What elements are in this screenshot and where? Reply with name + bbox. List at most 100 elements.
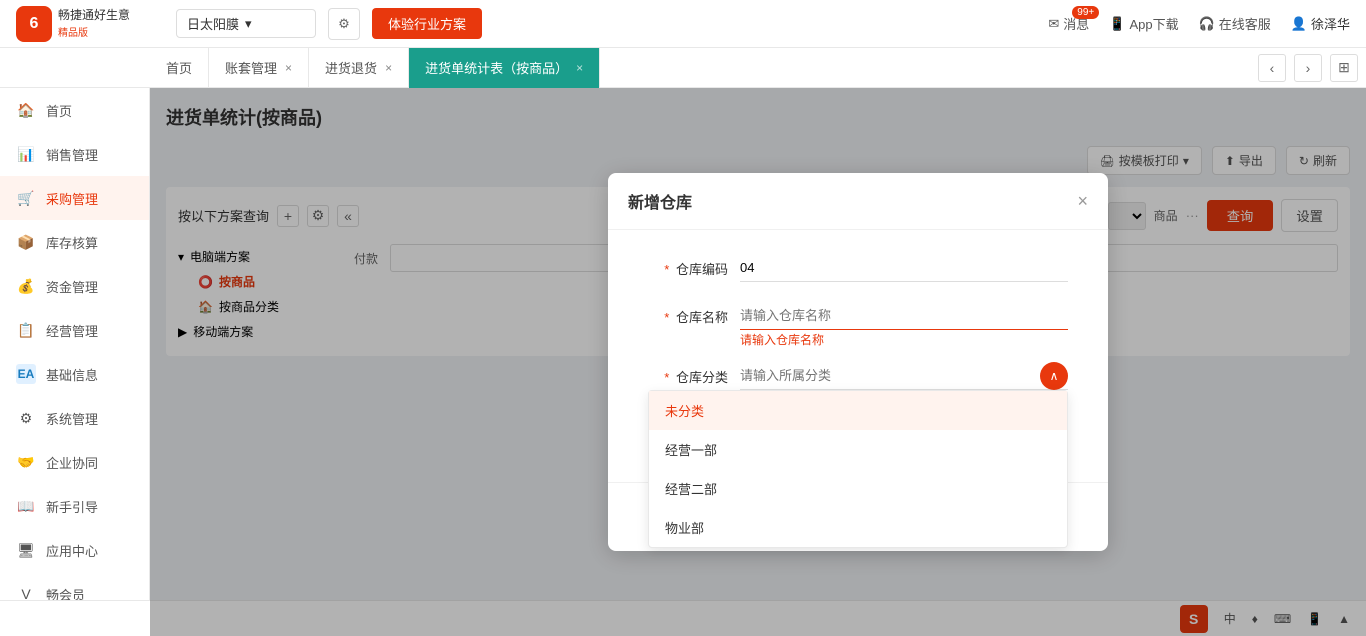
online-service-label: 在线客服 [1219,14,1271,33]
enterprise-icon: 🤝 [16,452,36,472]
gear-icon: ⚙ [338,16,350,32]
store-selector[interactable]: 日太阳膜 ▾ [176,9,316,38]
guide-icon: 📖 [16,496,36,516]
category-label: * 仓库分类 [648,367,728,386]
logo-text: 畅捷通好生意 精品版 [58,8,130,39]
logo-area: 6 畅捷通好生意 精品版 [16,6,164,42]
category-arrow-button[interactable]: ∧ [1040,362,1068,390]
sidebar-label-appcenter: 应用中心 [46,541,98,560]
message-icon: ✉ [1048,16,1059,32]
user-item[interactable]: 👤 徐泽华 [1291,14,1350,33]
category-select-wrapper: ∧ 未分类 经营一部 经营二部 物业部 [740,362,1068,390]
logo-icon: 6 [16,6,52,42]
user-icon: 👤 [1291,16,1307,32]
sidebar-label-home: 首页 [46,101,72,120]
name-error-msg: 请输入仓库名称 [740,331,824,348]
sidebar-item-home[interactable]: 🏠 首页 [0,88,149,132]
tab-bar: 首页 账套管理 × 进货退货 × 进货单统计表（按商品） × ‹ › ⊞ [0,48,1366,88]
tab-purchase-stats-label: 进货单统计表（按商品） [425,58,568,77]
tab-prev-button[interactable]: ‹ [1258,54,1286,82]
sidebar-item-system[interactable]: ⚙ 系统管理 [0,396,149,440]
tab-purchase-stats[interactable]: 进货单统计表（按商品） × [409,48,600,88]
tab-account-close[interactable]: × [285,61,292,75]
tab-home-label: 首页 [166,58,192,77]
app-download-label: App下载 [1129,14,1178,33]
tab-account-label: 账套管理 [225,58,277,77]
phone-icon: 📱 [1109,16,1125,32]
dropdown-item-property[interactable]: 物业部 [649,508,1067,547]
chevron-down-icon: ▾ [245,16,252,32]
app-download-item[interactable]: 📱 App下载 [1109,14,1178,33]
sidebar-item-purchase[interactable]: 🛒 采购管理 [0,176,149,220]
sidebar-label-sales: 销售管理 [46,145,98,164]
required-star-name: * [664,310,669,325]
operation-icon: 📋 [16,320,36,340]
purchase-icon: 🛒 [16,188,36,208]
category-dropdown: 未分类 经营一部 经营二部 物业部 [648,390,1068,548]
sidebar-item-guide[interactable]: 📖 新手引导 [0,484,149,528]
code-field-item: * 仓库编码 [648,254,1068,282]
tab-purchase-return-label: 进货退货 [325,58,377,77]
sidebar-label-system: 系统管理 [46,409,98,428]
required-star-cat: * [664,370,669,385]
tab-purchase-return-close[interactable]: × [385,61,392,75]
gear-button[interactable]: ⚙ [328,8,360,40]
tab-home[interactable]: 首页 [150,48,209,88]
sidebar-label-guide: 新手引导 [46,497,98,516]
tab-purchase-stats-close[interactable]: × [576,61,583,75]
header-right: ✉ 消息 99+ 📱 App下载 🎧 在线客服 👤 徐泽华 [1048,14,1350,33]
code-input[interactable] [740,254,1068,282]
tab-controls: ‹ › ⊞ [1258,54,1366,82]
finance-icon: 💰 [16,276,36,296]
tab-expand-button[interactable]: ⊞ [1330,54,1358,82]
experience-button[interactable]: 体验行业方案 [372,8,482,39]
tab-account[interactable]: 账套管理 × [209,48,309,88]
message-item[interactable]: ✉ 消息 99+ [1048,14,1089,33]
sidebar-label-inventory: 库存核算 [46,233,98,252]
content-area: 进货单统计(按商品) 🖨 按模板打印 ▾ ⬆ 导出 ↻ 刷新 按以下方案查询 +… [150,88,1366,636]
store-name: 日太阳膜 [187,14,239,33]
category-field-item: * 仓库分类 ∧ 未分类 经营一部 经营二部 物业部 [648,362,1068,390]
dropdown-item-unclassified[interactable]: 未分类 [649,391,1067,430]
sidebar-item-basic[interactable]: EA 基础信息 [0,352,149,396]
dialog-close-button[interactable]: × [1077,192,1088,210]
dialog-header: 新增仓库 × [608,173,1108,230]
top-header: 6 畅捷通好生意 精品版 日太阳膜 ▾ ⚙ 体验行业方案 ✉ 消息 99+ 📱 … [0,0,1366,48]
sidebar-item-operation[interactable]: 📋 经营管理 [0,308,149,352]
appcenter-icon: 🖥 [16,540,36,560]
sidebar-item-enterprise[interactable]: 🤝 企业协同 [0,440,149,484]
sidebar-label-purchase: 采购管理 [46,189,98,208]
system-icon: ⚙ [16,408,36,428]
dialog-title: 新增仓库 [628,189,692,213]
sidebar-item-inventory[interactable]: 📦 库存核算 [0,220,149,264]
new-warehouse-dialog: 新增仓库 × * 仓库编码 * 仓库名称 [608,173,1108,551]
basic-icon: EA [16,364,36,384]
category-input[interactable] [740,362,1068,390]
headset-icon: 🎧 [1199,16,1215,32]
home-icon: 🏠 [16,100,36,120]
sidebar-item-sales[interactable]: 📊 销售管理 [0,132,149,176]
dropdown-item-dept1[interactable]: 经营一部 [649,430,1067,469]
message-badge: 99+ [1072,6,1099,19]
tab-next-button[interactable]: › [1294,54,1322,82]
online-service-item[interactable]: 🎧 在线客服 [1199,14,1271,33]
name-input[interactable] [740,302,1068,330]
sidebar-item-finance[interactable]: 💰 资金管理 [0,264,149,308]
sidebar-label-basic: 基础信息 [46,365,98,384]
sales-icon: 📊 [16,144,36,164]
code-label: * 仓库编码 [648,259,728,278]
required-star: * [664,262,669,277]
dropdown-item-dept2[interactable]: 经营二部 [649,469,1067,508]
sidebar-label-enterprise: 企业协同 [46,453,98,472]
name-label: * 仓库名称 [648,307,728,326]
sidebar-label-finance: 资金管理 [46,277,98,296]
tab-purchase-return[interactable]: 进货退货 × [309,48,409,88]
sidebar: 🏠 首页 📊 销售管理 🛒 采购管理 📦 库存核算 💰 资金管理 📋 经营管理 … [0,88,150,636]
sidebar-label-operation: 经营管理 [46,321,98,340]
main-layout: 🏠 首页 📊 销售管理 🛒 采购管理 📦 库存核算 💰 资金管理 📋 经营管理 … [0,88,1366,636]
sidebar-item-appcenter[interactable]: 🖥 应用中心 [0,528,149,572]
user-name: 徐泽华 [1311,14,1350,33]
inventory-icon: 📦 [16,232,36,252]
name-field-item: * 仓库名称 请输入仓库名称 [648,302,1068,330]
dialog-body: * 仓库编码 * 仓库名称 请输入仓库名称 [608,230,1108,482]
